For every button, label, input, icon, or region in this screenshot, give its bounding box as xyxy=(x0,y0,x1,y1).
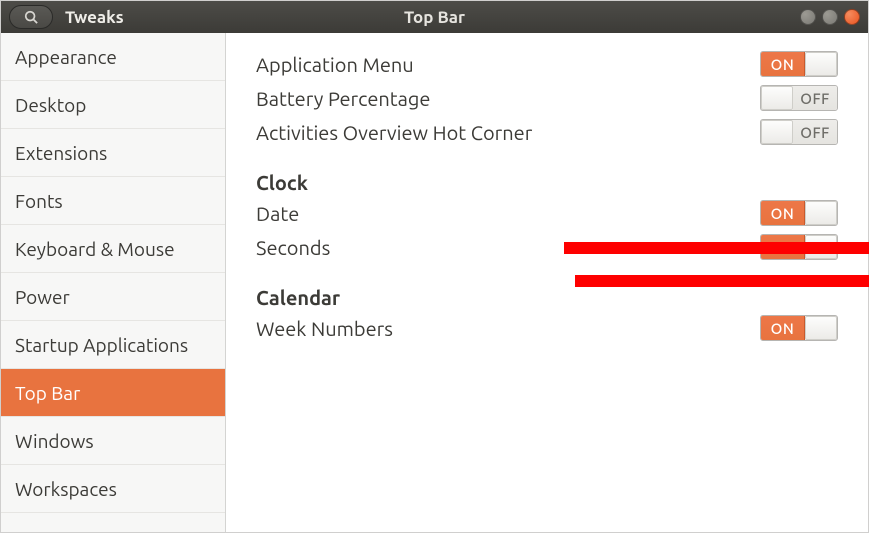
toggle-knob xyxy=(805,316,837,340)
setting-row-seconds: Seconds ON xyxy=(256,230,838,264)
app-name: Tweaks xyxy=(65,8,124,27)
setting-row-week-numbers: Week Numbers ON xyxy=(256,311,838,345)
toggle-battery-percentage[interactable]: OFF xyxy=(760,85,838,111)
sidebar-item-label: Workspaces xyxy=(15,478,117,500)
toggle-knob xyxy=(805,235,837,259)
setting-label: Week Numbers xyxy=(256,317,393,340)
content-pane: Application MenuONBattery PercentageOFFA… xyxy=(226,33,868,532)
toggle-week-numbers[interactable]: ON xyxy=(760,315,838,341)
toggle-state-label: ON xyxy=(761,52,805,76)
sidebar-item-startup-applications[interactable]: Startup Applications xyxy=(1,321,225,369)
toggle-knob xyxy=(805,201,837,225)
setting-row-battery-percentage: Battery Percentage OFF xyxy=(256,81,838,115)
toggle-application-menu[interactable]: ON xyxy=(760,51,838,77)
tweaks-window: Tweaks Top Bar Appearance Desktop Extensio… xyxy=(0,0,869,533)
sidebar-item-label: Startup Applications xyxy=(15,334,188,356)
sidebar-item-fonts[interactable]: Fonts xyxy=(1,177,225,225)
sidebar-item-extensions[interactable]: Extensions xyxy=(1,129,225,177)
close-button[interactable] xyxy=(844,9,860,25)
setting-label: Battery Percentage xyxy=(256,87,430,110)
sidebar-item-label: Windows xyxy=(15,430,94,452)
toggle-state-label: ON xyxy=(761,316,805,340)
titlebar: Tweaks Top Bar xyxy=(1,1,868,33)
maximize-button[interactable] xyxy=(822,9,838,25)
setting-row-activities-hot-corner: Activities Overview Hot Corner OFF xyxy=(256,115,838,149)
sidebar-item-label: Top Bar xyxy=(15,382,80,404)
sidebar-item-label: Keyboard & Mouse xyxy=(15,238,175,260)
sidebar-item-top-bar[interactable]: Top Bar xyxy=(1,369,225,417)
setting-row-application-menu: Application Menu ON xyxy=(256,47,838,81)
search-button[interactable] xyxy=(9,5,53,29)
toggle-state-label: ON xyxy=(761,201,805,225)
toggle-state-label: OFF xyxy=(793,86,837,110)
toggle-date[interactable]: ON xyxy=(760,200,838,226)
sidebar-item-workspaces[interactable]: Workspaces xyxy=(1,465,225,513)
sidebar-item-label: Appearance xyxy=(15,46,117,68)
setting-label: Activities Overview Hot Corner xyxy=(256,121,532,144)
window-body: Appearance Desktop Extensions Fonts Keyboard… xyxy=(1,33,868,532)
sidebar-item-appearance[interactable]: Appearance xyxy=(1,33,225,81)
search-icon xyxy=(24,10,38,24)
toggle-seconds[interactable]: ON xyxy=(760,234,838,260)
setting-label: Seconds xyxy=(256,236,330,259)
toggle-knob xyxy=(761,86,793,110)
sidebar-item-label: Fonts xyxy=(15,190,63,212)
sidebar-item-label: Desktop xyxy=(15,94,86,116)
page-title: Top Bar xyxy=(1,8,868,27)
toggle-activities-hot-corner[interactable]: OFF xyxy=(760,119,838,145)
toggle-knob xyxy=(761,120,793,144)
setting-row-date: Date ON xyxy=(256,196,838,230)
sidebar-item-power[interactable]: Power xyxy=(1,273,225,321)
sidebar-item-label: Power xyxy=(15,286,70,308)
setting-label: Application Menu xyxy=(256,53,414,76)
sidebar: Appearance Desktop Extensions Fonts Keyboard… xyxy=(1,33,226,532)
toggle-state-label: OFF xyxy=(793,120,837,144)
section-heading-clock: Clock xyxy=(256,171,838,194)
sidebar-item-keyboard-mouse[interactable]: Keyboard & Mouse xyxy=(1,225,225,273)
setting-label: Date xyxy=(256,202,299,225)
sidebar-item-desktop[interactable]: Desktop xyxy=(1,81,225,129)
minimize-button[interactable] xyxy=(800,9,816,25)
sidebar-item-label: Extensions xyxy=(15,142,107,164)
sidebar-item-windows[interactable]: Windows xyxy=(1,417,225,465)
section-heading-calendar: Calendar xyxy=(256,286,838,309)
toggle-state-label: ON xyxy=(761,235,805,259)
toggle-knob xyxy=(805,52,837,76)
